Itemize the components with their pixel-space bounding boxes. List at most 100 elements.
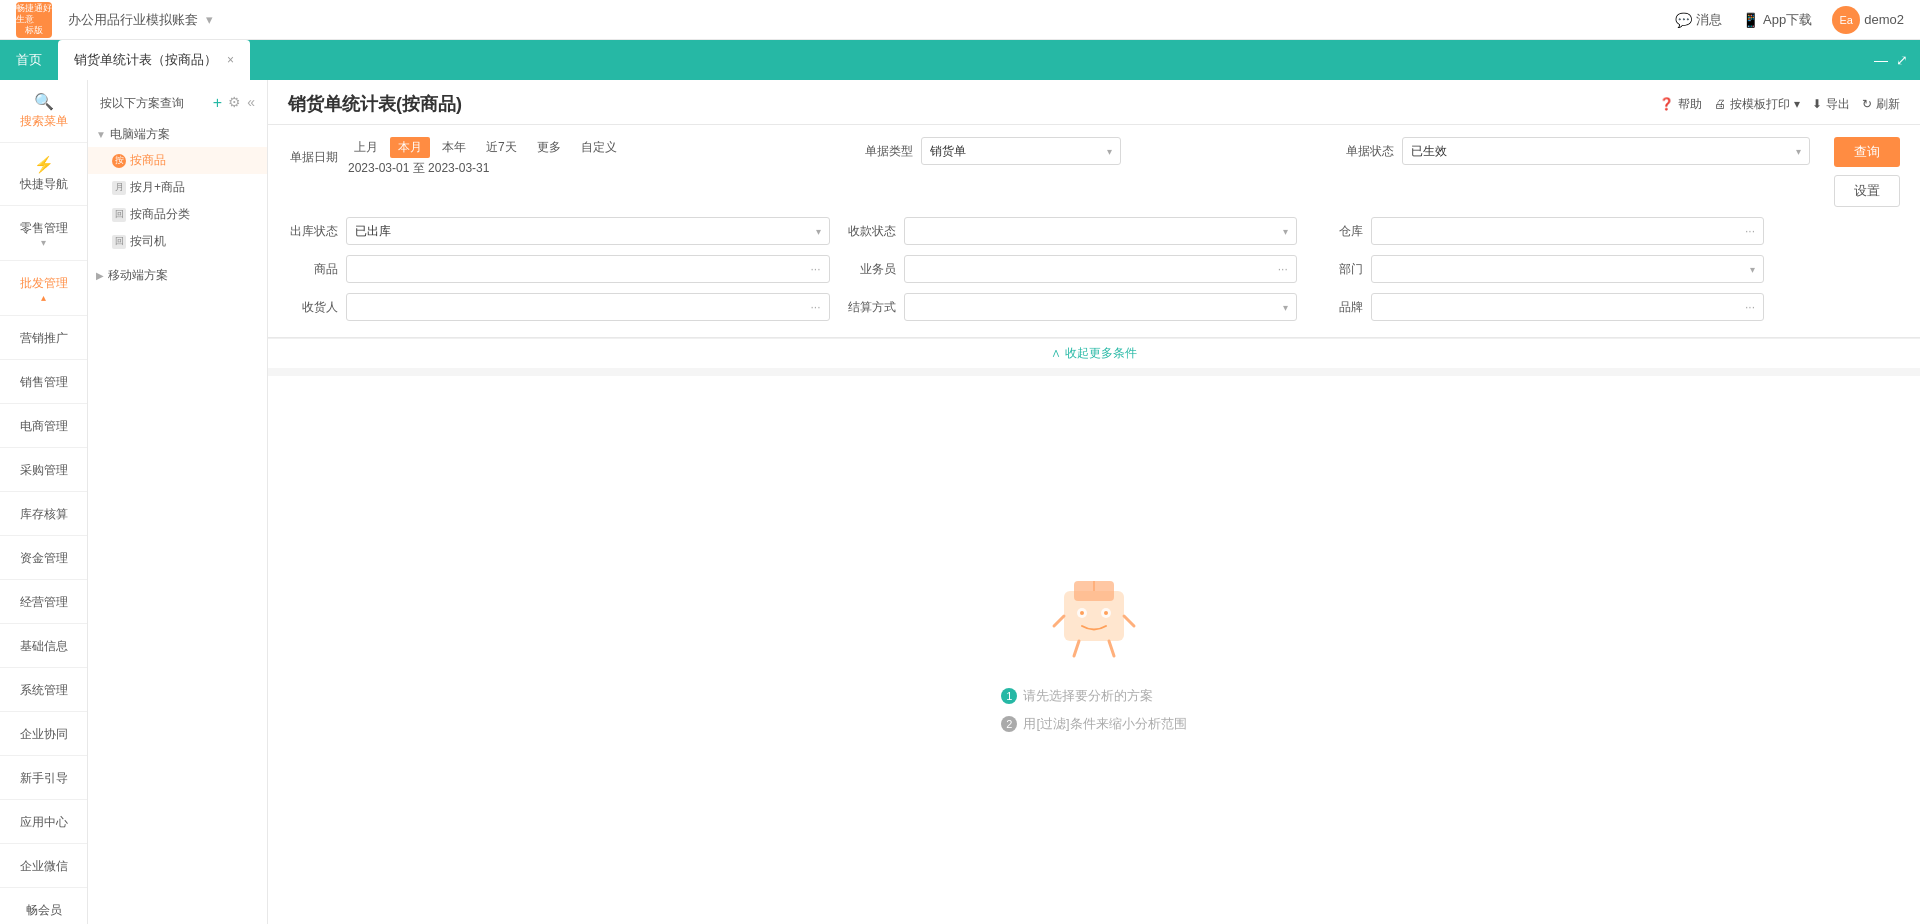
filter-receiver-input[interactable]: ···	[346, 293, 830, 321]
scheme-panel: 按以下方案查询 + ⚙ « ▼ 电脑端方案 按 按商品 月	[88, 80, 268, 924]
filter-warehouse-group: 仓库 ···	[1313, 217, 1764, 245]
sidebar-item-operation[interactable]: 经营管理	[0, 580, 87, 624]
brand-dots-icon[interactable]: ···	[1745, 300, 1755, 314]
filter-payment-select[interactable]: ▾	[904, 293, 1297, 321]
sidebar-item-newbie[interactable]: 新手引导	[0, 756, 87, 800]
sidebar-item-sales[interactable]: 销售管理	[0, 360, 87, 404]
sidebar-item-inventory[interactable]: 库存核算	[0, 492, 87, 536]
scheme-group-arrow-pc: ▼	[96, 129, 106, 140]
scheme-group-arrow-mobile: ▶	[96, 270, 104, 281]
filter-doctype-select[interactable]: 销货单 ▾	[921, 137, 1121, 165]
filter-doctype-group: 单据类型 销货单 ▾	[863, 137, 1329, 165]
tab-maximize-icon[interactable]: ⤢	[1896, 52, 1908, 68]
sidebar-item-retail[interactable]: 零售管理 ▾	[0, 206, 87, 261]
scheme-item-by-product[interactable]: 按 按商品	[88, 147, 267, 174]
user-avatar-btn[interactable]: Ea demo2	[1832, 6, 1904, 34]
sidebar-item-wechat[interactable]: 企业微信	[0, 844, 87, 888]
filter-row-4: 收货人 ··· 结算方式 ▾ 品牌	[288, 293, 1900, 321]
settings-button[interactable]: 设置	[1834, 175, 1900, 207]
logo-sub: 标版	[25, 25, 43, 36]
refresh-btn[interactable]: ↻ 刷新	[1862, 96, 1900, 113]
svg-point-5	[1080, 611, 1084, 615]
sidebar-item-collab[interactable]: 企业协同	[0, 712, 87, 756]
payment-chevron-icon: ▾	[1283, 302, 1288, 313]
scheme-item-by-category[interactable]: 回 按商品分类	[88, 201, 267, 228]
tab-home[interactable]: 首页	[0, 40, 58, 80]
filter-goods-input[interactable]: ···	[346, 255, 830, 283]
date-tab-this-month[interactable]: 本月	[390, 137, 430, 158]
dept-chevron-icon: ▾	[1750, 264, 1755, 275]
filter-receiver-group: 收货人 ···	[288, 293, 830, 321]
scheme-item-by-month-product[interactable]: 月 按月+商品	[88, 174, 267, 201]
tab-bar-actions: — ⤢	[1874, 52, 1920, 68]
sidebar-item-member[interactable]: 畅会员	[0, 888, 87, 924]
scheme-collapse-icon[interactable]: «	[247, 94, 255, 112]
filter-docstatus-select[interactable]: 已生效 ▾	[1402, 137, 1810, 165]
sidebar-item-ecommerce[interactable]: 电商管理	[0, 404, 87, 448]
filter-collectstatus-group: 收款状态 ▾	[846, 217, 1297, 245]
main-panel: 销货单统计表(按商品) ❓ 帮助 🖨 按模板打印 ▾ ⬇ 导出	[268, 80, 1920, 924]
salesman-dots-icon[interactable]: ···	[1278, 262, 1288, 276]
page-actions: ❓ 帮助 🖨 按模板打印 ▾ ⬇ 导出 ↻ 刷新	[1659, 96, 1900, 113]
print-btn[interactable]: 🖨 按模板打印 ▾	[1714, 96, 1800, 113]
sidebar-item-finance[interactable]: 资金管理	[0, 536, 87, 580]
filter-goods-group: 商品 ···	[288, 255, 830, 283]
scheme-item-icon-month: 月	[112, 181, 126, 195]
workspace-arrow-icon[interactable]: ▾	[206, 12, 213, 27]
date-tab-7days[interactable]: 近7天	[478, 137, 525, 158]
warehouse-dots-icon[interactable]: ···	[1745, 224, 1755, 238]
sidebar-item-system[interactable]: 系统管理	[0, 668, 87, 712]
query-button[interactable]: 查询	[1834, 137, 1900, 167]
filter-outstatus-select[interactable]: 已出库 ▾	[346, 217, 830, 245]
app-logo[interactable]: 畅捷通好生意 标版	[16, 2, 52, 38]
app-download-btn[interactable]: 📱 App下载	[1742, 11, 1812, 29]
date-tab-more[interactable]: 更多	[529, 137, 569, 158]
tab-close-icon[interactable]: ×	[227, 53, 234, 67]
message-btn[interactable]: 💬 消息	[1675, 11, 1722, 29]
filter-salesman-input[interactable]: ···	[904, 255, 1297, 283]
top-bar-left: 畅捷通好生意 标版 办公用品行业模拟账套 ▾	[16, 2, 213, 38]
empty-state: 1 请先选择要分析的方案 2 用[过滤]条件来缩小分析范围	[268, 376, 1920, 924]
scheme-add-icon[interactable]: +	[213, 94, 222, 112]
svg-line-8	[1124, 616, 1134, 626]
scheme-item-icon-category: 回	[112, 208, 126, 222]
filter-collectstatus-select[interactable]: ▾	[904, 217, 1297, 245]
sidebar-item-marketing[interactable]: 营销推广	[0, 316, 87, 360]
collapse-bar[interactable]: ∧ 收起更多条件	[268, 338, 1920, 368]
tab-minimize-icon[interactable]: —	[1874, 52, 1888, 68]
sidebar-item-purchase[interactable]: 采购管理	[0, 448, 87, 492]
scheme-settings-icon[interactable]: ⚙	[228, 94, 241, 112]
sidebar-item-nav[interactable]: ⚡ 快捷导航	[0, 143, 87, 206]
filter-area: 单据日期 上月 本月 本年 近7天 更多 自定义 2023-03-01 至 20…	[268, 125, 1920, 338]
receiver-dots-icon[interactable]: ···	[810, 300, 820, 314]
scheme-group-header-mobile[interactable]: ▶ 移动端方案	[88, 263, 267, 288]
date-tab-last-month[interactable]: 上月	[346, 137, 386, 158]
filter-row-3: 商品 ··· 业务员 ··· 部门	[288, 255, 1900, 283]
tab-active[interactable]: 销货单统计表（按商品） ×	[58, 40, 250, 80]
tab-bar: 首页 销货单统计表（按商品） × — ⤢	[0, 40, 1920, 80]
filter-brand-input[interactable]: ···	[1371, 293, 1764, 321]
scheme-panel-actions: + ⚙ «	[213, 94, 255, 112]
filter-dept-select[interactable]: ▾	[1371, 255, 1764, 283]
scheme-item-by-driver[interactable]: 回 按司机	[88, 228, 267, 255]
scheme-item-icon-driver: 回	[112, 235, 126, 249]
sidebar-item-search[interactable]: 🔍 搜索菜单	[0, 80, 87, 143]
filter-warehouse-input[interactable]: ···	[1371, 217, 1764, 245]
docstatus-chevron-icon: ▾	[1796, 146, 1801, 157]
goods-dots-icon[interactable]: ···	[810, 262, 820, 276]
export-btn[interactable]: ⬇ 导出	[1812, 96, 1850, 113]
content-area: 按以下方案查询 + ⚙ « ▼ 电脑端方案 按 按商品 月	[88, 80, 1920, 924]
sidebar-item-wholesale[interactable]: 批发管理 ▴	[0, 261, 87, 316]
sidebar-item-basic[interactable]: 基础信息	[0, 624, 87, 668]
help-btn[interactable]: ❓ 帮助	[1659, 96, 1702, 113]
step2-num: 2	[1001, 716, 1017, 732]
empty-step-1: 1 请先选择要分析的方案	[1001, 683, 1186, 709]
scheme-group-header-pc[interactable]: ▼ 电脑端方案	[88, 122, 267, 147]
date-tab-custom[interactable]: 自定义	[573, 137, 625, 158]
step2-text: 用[过滤]条件来缩小分析范围	[1023, 711, 1186, 737]
sidebar-item-appcenter[interactable]: 应用中心	[0, 800, 87, 844]
filter-date-group: 单据日期 上月 本月 本年 近7天 更多 自定义 2023-03-01 至 20…	[288, 137, 847, 177]
top-bar-right: 💬 消息 📱 App下载 Ea demo2	[1675, 6, 1904, 34]
date-tab-this-year[interactable]: 本年	[434, 137, 474, 158]
svg-line-9	[1074, 641, 1079, 656]
